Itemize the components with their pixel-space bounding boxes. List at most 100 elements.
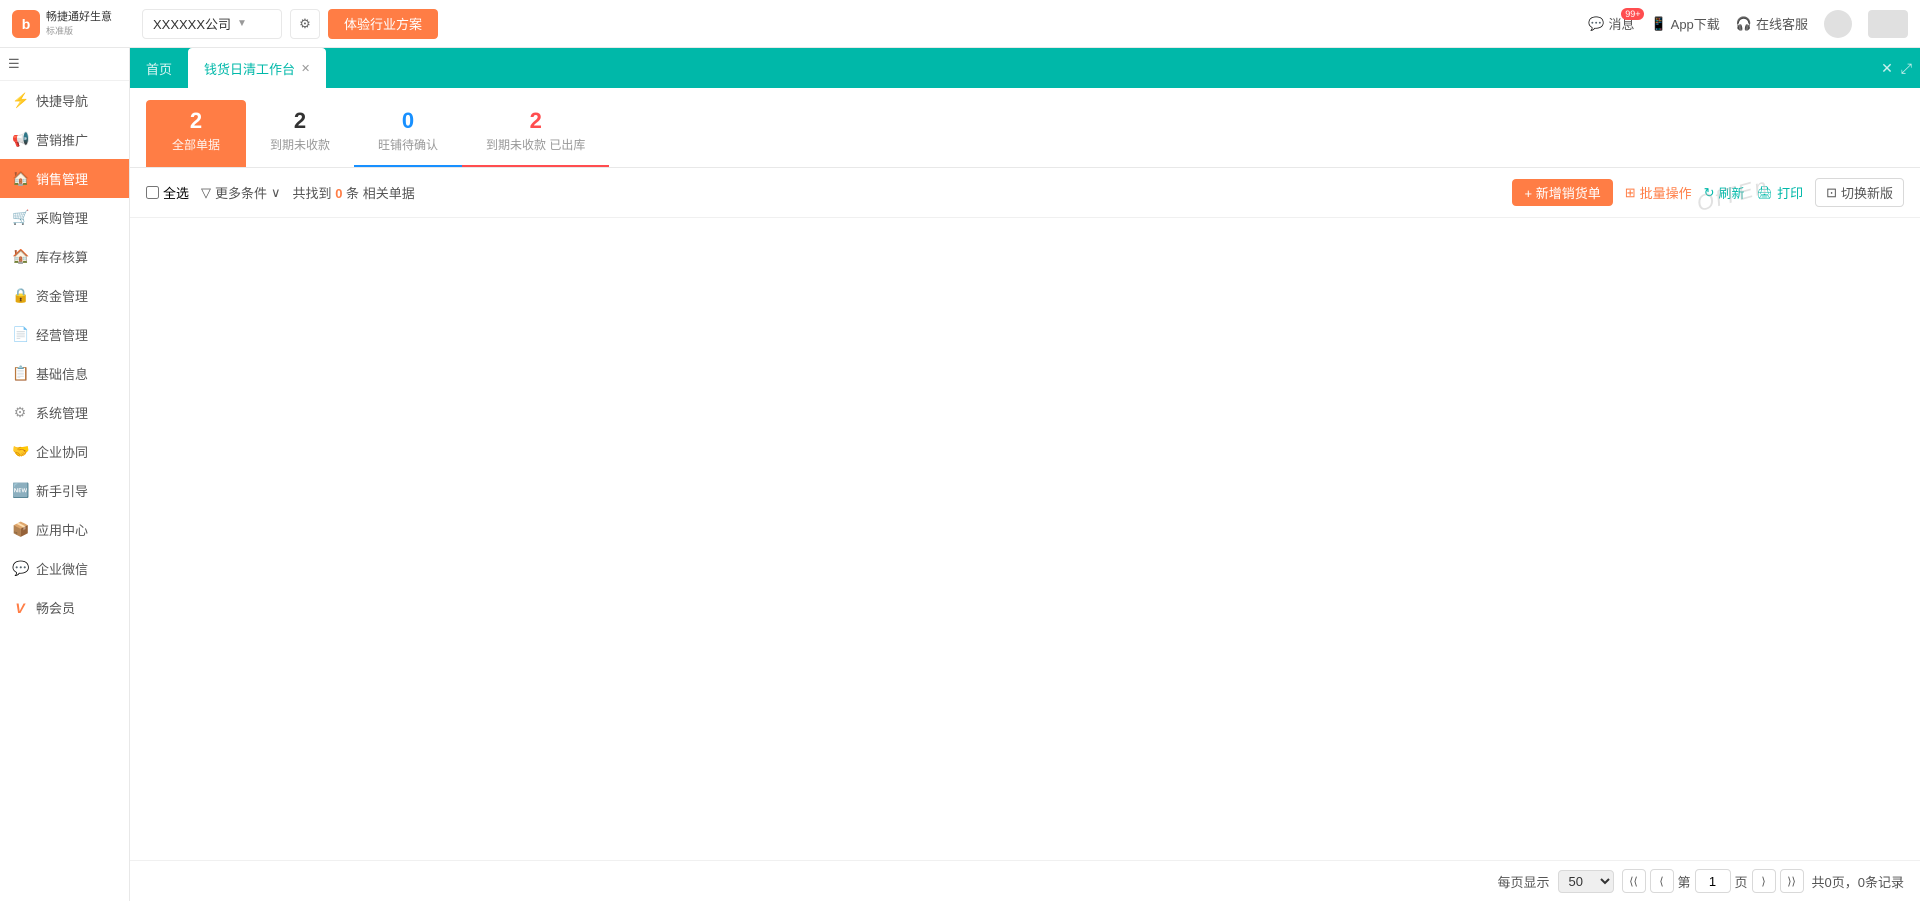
- switch-version-button[interactable]: ⊡ 切换新版: [1815, 178, 1904, 207]
- avatar[interactable]: [1824, 10, 1852, 38]
- page-number-input[interactable]: [1695, 869, 1731, 893]
- tab-expand-icon[interactable]: ⤢: [1901, 60, 1912, 77]
- stat-number-overdue: 2: [294, 108, 306, 134]
- sidebar-item-label: 库存核算: [36, 247, 88, 266]
- guide-icon: 🆕: [12, 482, 28, 499]
- first-page-button[interactable]: ⟨⟨: [1622, 869, 1646, 893]
- member-icon: V: [12, 600, 28, 616]
- download-icon: 📱: [1650, 16, 1666, 32]
- search-icon: ☰: [8, 56, 20, 72]
- sidebar-item-wechat[interactable]: 💬 企业微信: [0, 549, 129, 588]
- stat-tab-pending[interactable]: 0 旺铺待确认: [354, 100, 462, 167]
- sidebar-item-label: 快捷导航: [36, 91, 88, 110]
- service-icon: 🎧: [1736, 16, 1752, 32]
- gear-button[interactable]: ⚙: [290, 9, 320, 39]
- stat-number-all: 2: [190, 108, 202, 134]
- sidebar-item-capital[interactable]: 🔒 资金管理: [0, 276, 129, 315]
- tab-close-icon[interactable]: ✕: [301, 62, 310, 75]
- sidebar-item-label: 销售管理: [36, 169, 88, 188]
- sidebar-item-label: 经营管理: [36, 325, 88, 344]
- refresh-button[interactable]: ↻ 刷新: [1704, 183, 1745, 202]
- tab-cashflow[interactable]: 钱货日清工作台 ✕: [188, 48, 326, 88]
- company-name: XXXXXX公司: [153, 14, 231, 33]
- sidebar-item-purchase[interactable]: 🛒 采购管理: [0, 198, 129, 237]
- home-tab-label: 首页: [146, 59, 172, 78]
- last-page-button[interactable]: ⟩⟩: [1780, 869, 1804, 893]
- trial-button[interactable]: 体验行业方案: [328, 9, 438, 39]
- message-badge: 99+: [1621, 8, 1644, 20]
- top-header: b 畅捷通好生意 标准版 XXXXXX公司 ▼ ⚙ 体验行业方案 💬 消息 99…: [0, 0, 1920, 48]
- add-sales-order-button[interactable]: + 新增销货单: [1512, 179, 1612, 206]
- stat-label-overdue: 到期未收款: [270, 136, 330, 153]
- stat-tab-shipped[interactable]: 2 到期未收款 已出库: [462, 100, 609, 167]
- sidebar-item-label: 基础信息: [36, 364, 88, 383]
- logo-area: b 畅捷通好生意 标准版: [12, 10, 142, 38]
- toolbar: 全选 ▽ 更多条件 ∨ 共找到 0 条 相关单据 + 新增销货单 ⊞ 批量操作 …: [130, 168, 1920, 218]
- per-page-select[interactable]: 50 10 20 100: [1558, 870, 1614, 893]
- sidebar: ☰ ⚡ 快捷导航 📢 营销推广 🏠 销售管理 🛒 采购管理 🏠 库存核算 🔒 资…: [0, 48, 130, 901]
- logo-title: 畅捷通好生意: [46, 10, 112, 24]
- page-prefix: 第: [1678, 872, 1691, 891]
- checkbox-input[interactable]: [146, 186, 159, 199]
- batch-operation-button[interactable]: ⊞ 批量操作: [1625, 183, 1692, 202]
- total-info: 共0页，0条记录: [1812, 872, 1904, 891]
- user-name-area[interactable]: [1868, 10, 1908, 38]
- stat-label-pending: 旺铺待确认: [378, 136, 438, 153]
- switch-icon: ⊡: [1826, 185, 1837, 201]
- print-button[interactable]: 🖨 打印: [1757, 183, 1804, 202]
- online-service-button[interactable]: 🎧 在线客服: [1736, 14, 1808, 33]
- sidebar-item-label: 系统管理: [36, 403, 88, 422]
- switch-label: 切换新版: [1841, 183, 1893, 202]
- message-icon: 💬: [1588, 16, 1604, 32]
- sidebar-item-operations[interactable]: 📄 经营管理: [0, 315, 129, 354]
- sidebar-item-base[interactable]: 📋 基础信息: [0, 354, 129, 393]
- sidebar-item-enterprise[interactable]: 🤝 企业协同: [0, 432, 129, 471]
- sidebar-item-label: 营销推广: [36, 130, 88, 149]
- filter-button[interactable]: ▽ 更多条件 ∨: [201, 183, 281, 202]
- message-button[interactable]: 💬 消息 99+: [1588, 14, 1634, 33]
- sidebar-item-sales[interactable]: 🏠 销售管理: [0, 159, 129, 198]
- stat-label-shipped: 到期未收款 已出库: [486, 136, 585, 153]
- cashflow-tab-label: 钱货日清工作台: [204, 59, 295, 78]
- sidebar-item-appstore[interactable]: 📦 应用中心: [0, 510, 129, 549]
- select-all-label: 全选: [163, 183, 189, 202]
- sidebar-item-label: 采购管理: [36, 208, 88, 227]
- sidebar-item-marketing[interactable]: 📢 营销推广: [0, 120, 129, 159]
- found-suffix: 相关单据: [363, 186, 415, 201]
- app-download-button[interactable]: 📱 App下载: [1650, 14, 1719, 33]
- base-icon: 📋: [12, 365, 28, 382]
- stat-number-shipped: 2: [530, 108, 542, 134]
- sidebar-item-system[interactable]: ⚙ 系统管理: [0, 393, 129, 432]
- marketing-icon: 📢: [12, 131, 28, 148]
- app-download-label: App下载: [1671, 14, 1720, 33]
- stat-number-pending: 0: [402, 108, 414, 134]
- sidebar-item-member[interactable]: V 畅会员: [0, 588, 129, 627]
- prev-page-button[interactable]: ⟨: [1650, 869, 1674, 893]
- filter-chevron-icon: ∨: [271, 185, 281, 201]
- sidebar-item-label: 企业协同: [36, 442, 88, 461]
- batch-icon: ⊞: [1625, 185, 1636, 201]
- sales-icon: 🏠: [12, 170, 28, 187]
- batch-label: 批量操作: [1640, 183, 1692, 202]
- capital-icon: 🔒: [12, 287, 28, 304]
- sidebar-item-inventory[interactable]: 🏠 库存核算: [0, 237, 129, 276]
- filter-icon: ▽: [201, 185, 211, 201]
- tab-bar: 首页 钱货日清工作台 ✕ ✕ ⤢: [130, 48, 1920, 88]
- tab-home[interactable]: 首页: [130, 48, 188, 88]
- next-page-button[interactable]: ⟩: [1752, 869, 1776, 893]
- sidebar-item-shortcut[interactable]: ⚡ 快捷导航: [0, 81, 129, 120]
- sidebar-item-label: 新手引导: [36, 481, 88, 500]
- stat-tab-all[interactable]: 2 全部单据: [146, 100, 246, 167]
- select-all-checkbox[interactable]: 全选: [146, 183, 189, 202]
- sidebar-item-guide[interactable]: 🆕 新手引导: [0, 471, 129, 510]
- online-service-label: 在线客服: [1756, 14, 1808, 33]
- stat-tab-overdue[interactable]: 2 到期未收款: [246, 100, 354, 167]
- chevron-down-icon: ▼: [237, 18, 247, 29]
- tab-close-all-icon[interactable]: ✕: [1881, 60, 1893, 77]
- refresh-label: 刷新: [1719, 183, 1745, 202]
- sidebar-item-label: 应用中心: [36, 520, 88, 539]
- pagination: 每页显示 50 10 20 100 ⟨⟨ ⟨ 第 页 ⟩ ⟩⟩ 共0页，0条记录: [130, 860, 1920, 901]
- company-selector[interactable]: XXXXXX公司 ▼: [142, 9, 282, 39]
- sidebar-search[interactable]: ☰: [0, 48, 129, 81]
- main-content: 2 全部单据 2 到期未收款 0 旺铺待确认 2 到期未收款 已出库 全选 ▽ …: [130, 88, 1920, 901]
